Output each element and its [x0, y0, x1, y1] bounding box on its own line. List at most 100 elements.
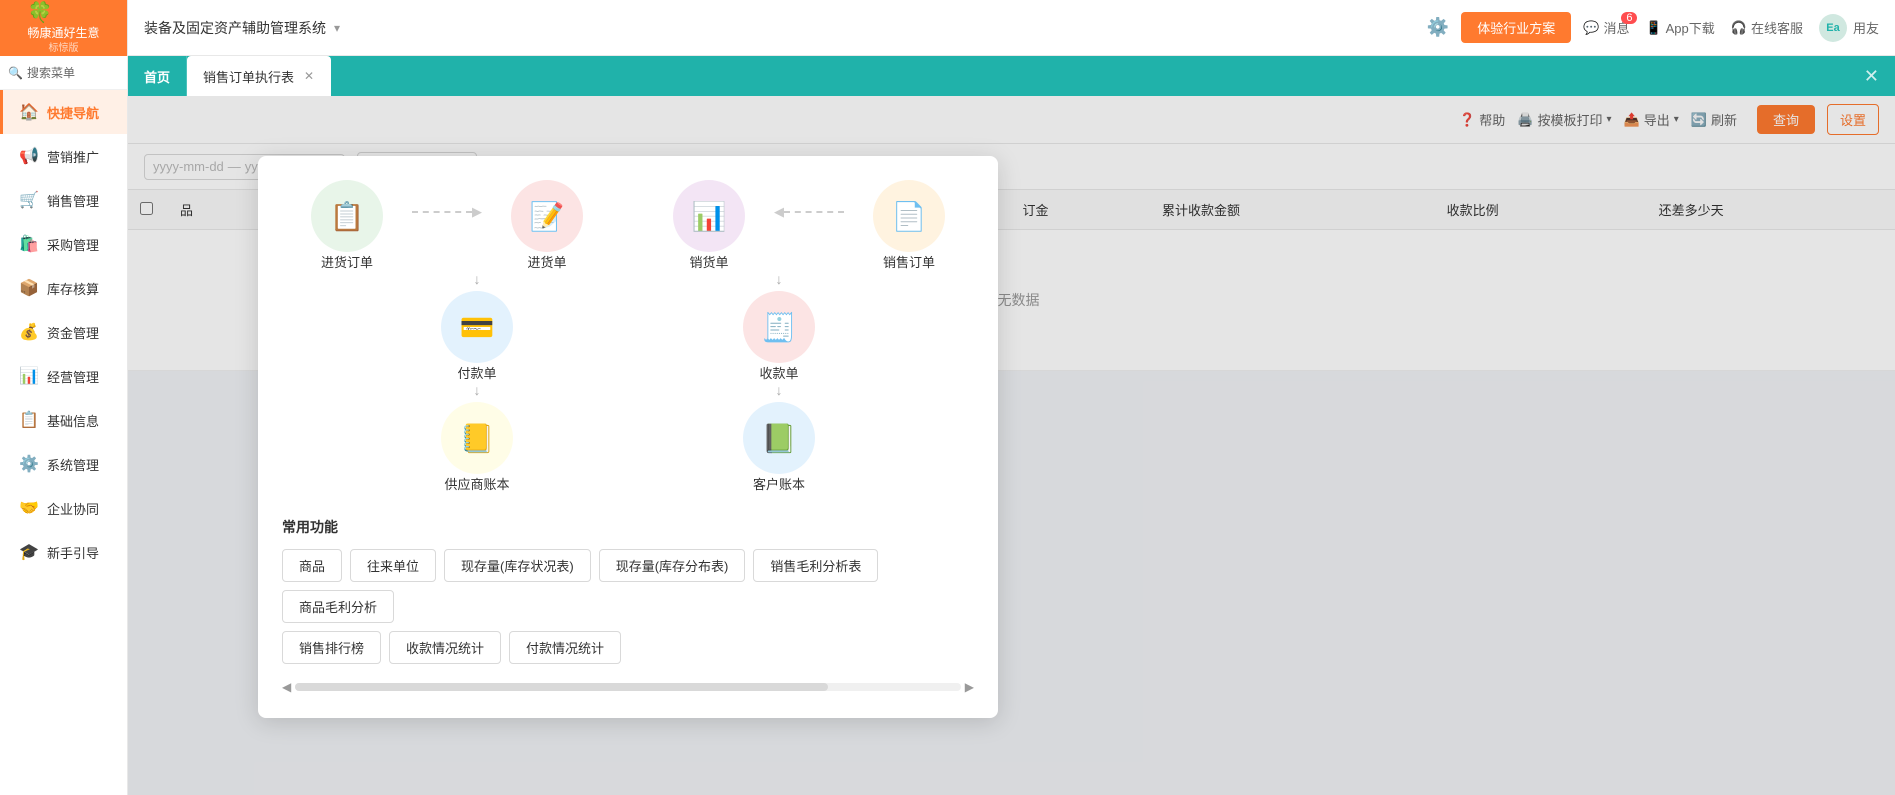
receipt-label: 收款单 — [759, 363, 798, 382]
message-icon: 💬 — [1583, 20, 1599, 36]
common-btn-8[interactable]: 付款情况统计 — [509, 631, 621, 664]
search-icon: 🔍 — [8, 66, 23, 80]
customer-circle: 📗 — [743, 402, 815, 474]
sidebar-item-inventory[interactable]: 📦 库存核算 — [0, 266, 127, 310]
scroll-right-icon[interactable]: ▶ — [965, 680, 974, 694]
sidebar-item-quick-nav[interactable]: 🏠 快捷导航 — [0, 90, 127, 134]
flow-sales-order[interactable]: 📄 销售订单 — [844, 180, 974, 271]
support-icon: 🎧 — [1731, 20, 1747, 36]
topbar-right: 💬 消息 6 📱 App下载 🎧 在线客服 Ea 用友 — [1583, 14, 1879, 42]
down-arrow-customer: ↓ — [776, 382, 783, 398]
arrow-h-1: ▶ — [412, 204, 482, 220]
logo-subtitle: 标惊版 — [27, 42, 99, 56]
supplier-icon: 📒 — [460, 422, 495, 455]
flow-supplier[interactable]: ↓ 📒 供应商账本 — [412, 382, 542, 493]
sales-order-icon: 📄 — [892, 200, 927, 233]
purchase-order-label: 进货订单 — [321, 252, 373, 271]
sidebar-item-newbie[interactable]: 🎓 新手引导 — [0, 530, 127, 574]
purchase-order-icon: 📋 — [330, 200, 365, 233]
sidebar-search[interactable]: 🔍 搜索菜单 — [0, 56, 127, 90]
sales-order-label: 销售订单 — [883, 252, 935, 271]
customer-label: 客户账本 — [753, 474, 805, 493]
dropdown-arrow-icon[interactable]: ▾ — [334, 21, 340, 35]
common-btns-row2: 销售排行榜 收款情况统计 付款情况统计 — [282, 631, 974, 664]
content-area: ❓ 帮助 🖨️ 按模板打印 ▾ 📤 导出 ▾ 🔄 — [128, 96, 1895, 795]
flow-payment[interactable]: ↓ 💳 付款单 — [412, 271, 542, 382]
support-label: 在线客服 — [1751, 18, 1803, 37]
flow-chart: 📋 进货订单 ▶ — [282, 180, 974, 493]
sidebar-item-purchase[interactable]: 🛍️ 采购管理 — [0, 222, 127, 266]
purchase-bill-icon: 📝 — [530, 200, 565, 233]
inventory-icon: 📦 — [19, 278, 39, 298]
sidebar-item-enterprise[interactable]: 🤝 企业协同 — [0, 486, 127, 530]
scrollbar-track[interactable] — [295, 683, 961, 691]
common-btn-3[interactable]: 现存量(库存分布表) — [599, 549, 746, 582]
tab-home[interactable]: 首页 — [128, 56, 187, 96]
common-functions: 常用功能 商品 往来单位 现存量(库存状况表) 现存量(库存分布表) 销售毛利分… — [282, 517, 974, 664]
flow-row-2: ↓ 💳 付款单 ↓ 🧾 — [282, 271, 974, 382]
common-btn-7[interactable]: 收款情况统计 — [389, 631, 501, 664]
sidebar-item-finance[interactable]: 💰 资金管理 — [0, 310, 127, 354]
sidebar-item-label: 新手引导 — [47, 543, 99, 562]
user-menu-btn[interactable]: Ea 用友 — [1819, 14, 1879, 42]
arrow-left-icon: ◀ — [774, 204, 784, 220]
popup-overlay[interactable]: 📋 进货订单 ▶ — [128, 96, 1895, 795]
sidebar: 🍀 畅康通好生意 标惊版 🔍 搜索菜单 🏠 快捷导航 📢 营销推广 🛒 销售管理 — [0, 0, 128, 795]
customer-icon: 📗 — [762, 422, 797, 455]
sidebar-nav: 🏠 快捷导航 📢 营销推广 🛒 销售管理 🛍️ 采购管理 📦 库存核算 💰 — [0, 90, 127, 795]
message-btn[interactable]: 💬 消息 6 — [1583, 18, 1629, 37]
search-label: 搜索菜单 — [27, 64, 75, 81]
common-btns-row1: 商品 往来单位 现存量(库存状况表) 现存量(库存分布表) 销售毛利分析表 商品… — [282, 549, 974, 623]
sidebar-item-label: 资金管理 — [47, 323, 99, 342]
common-btn-4[interactable]: 销售毛利分析表 — [753, 549, 878, 582]
sidebar-item-label: 快捷导航 — [47, 103, 99, 122]
flow-receipt[interactable]: ↓ 🧾 收款单 — [714, 271, 844, 382]
sidebar-item-label: 基础信息 — [47, 411, 99, 430]
operation-icon: 📊 — [19, 366, 39, 386]
receipt-icon: 🧾 — [762, 311, 797, 344]
flow-sales-bill[interactable]: 📊 销货单 — [644, 180, 774, 271]
purchase-bill-circle: 📝 — [511, 180, 583, 252]
sidebar-item-system[interactable]: ⚙️ 系统管理 — [0, 442, 127, 486]
sidebar-item-label: 采购管理 — [47, 235, 99, 254]
tab-close-icon[interactable]: ✕ — [304, 69, 314, 83]
flow-customer[interactable]: ↓ 📗 客户账本 — [714, 382, 844, 493]
system-icon: ⚙️ — [19, 454, 39, 474]
supplier-label: 供应商账本 — [444, 474, 509, 493]
common-btn-5[interactable]: 商品毛利分析 — [282, 590, 394, 623]
system-name: 装备及固定资产辅助管理系统 — [144, 18, 326, 38]
common-btn-0[interactable]: 商品 — [282, 549, 342, 582]
common-btn-6[interactable]: 销售排行榜 — [282, 631, 381, 664]
arrow-h-2: ◀ — [774, 204, 844, 220]
sidebar-item-marketing[interactable]: 📢 营销推广 — [0, 134, 127, 178]
tab-sales-order-exec[interactable]: 销售订单执行表 ✕ — [187, 56, 331, 96]
scrollbar-thumb[interactable] — [295, 683, 827, 691]
tab-close-main[interactable]: ✕ — [1848, 66, 1895, 87]
common-btn-2[interactable]: 现存量(库存状况表) — [444, 549, 591, 582]
close-main-icon[interactable]: ✕ — [1848, 66, 1895, 86]
main-area: 装备及固定资产辅助管理系统 ▾ ⚙️ 体验行业方案 💬 消息 6 📱 App下载… — [128, 0, 1895, 795]
tab-home-label: 首页 — [144, 67, 170, 86]
purchase-bill-label: 进货单 — [527, 252, 566, 271]
flow-purchase-bill[interactable]: 📝 进货单 — [482, 180, 612, 271]
app-download-btn[interactable]: 📱 App下载 — [1645, 18, 1714, 37]
support-btn[interactable]: 🎧 在线客服 — [1731, 18, 1803, 37]
sidebar-item-sales[interactable]: 🛒 销售管理 — [0, 178, 127, 222]
payment-label: 付款单 — [457, 363, 496, 382]
sidebar-item-label: 销售管理 — [47, 191, 99, 210]
sidebar-item-label: 系统管理 — [47, 455, 99, 474]
purchase-icon: 🛍️ — [19, 234, 39, 254]
sidebar-item-basic[interactable]: 📋 基础信息 — [0, 398, 127, 442]
sidebar-item-operation[interactable]: 📊 经营管理 — [0, 354, 127, 398]
settings-icon[interactable]: ⚙️ — [1427, 17, 1449, 38]
avatar: Ea — [1819, 14, 1847, 42]
flow-purchase-order[interactable]: 📋 进货订单 — [282, 180, 412, 271]
basic-icon: 📋 — [19, 410, 39, 430]
sidebar-logo: 🍀 畅康通好生意 标惊版 — [0, 0, 127, 56]
user-label: 用友 — [1853, 18, 1879, 37]
trial-button[interactable]: 体验行业方案 — [1461, 12, 1571, 43]
common-btn-1[interactable]: 往来单位 — [350, 549, 436, 582]
scroll-left-icon[interactable]: ◀ — [282, 680, 291, 694]
enterprise-icon: 🤝 — [19, 498, 39, 518]
down-arrow-receipt: ↓ — [776, 271, 783, 287]
